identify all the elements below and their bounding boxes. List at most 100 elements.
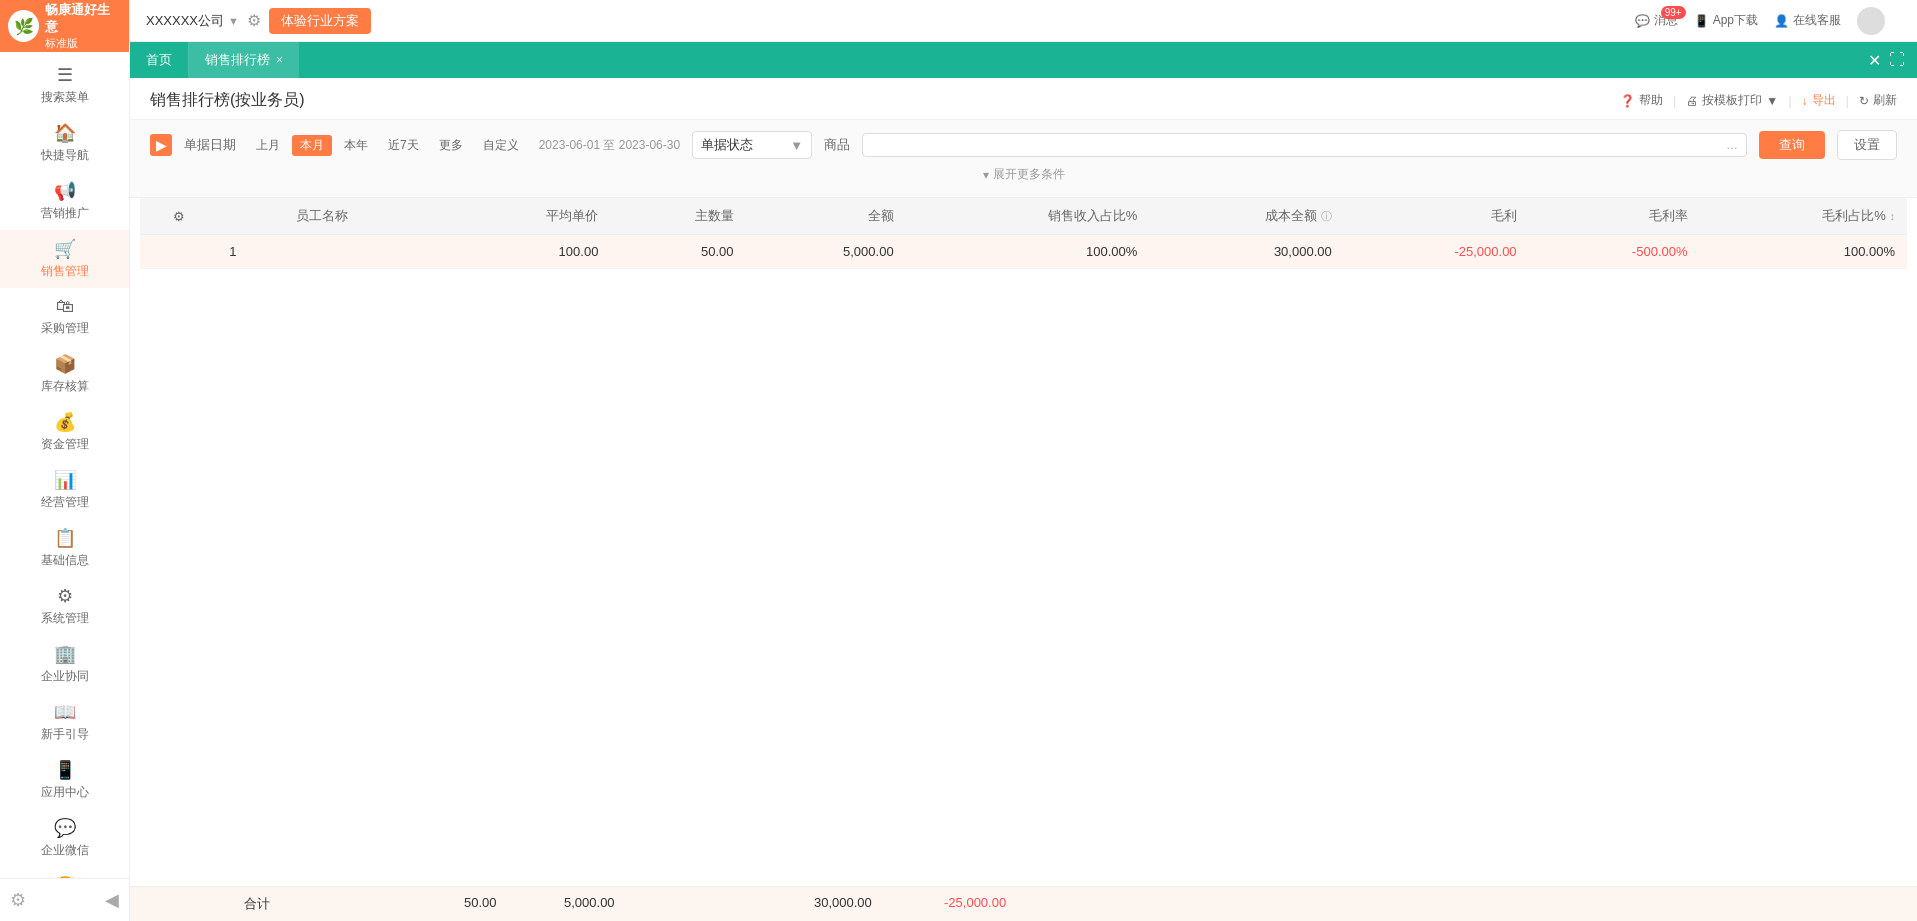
online-service-label: 在线客服 bbox=[1793, 12, 1841, 29]
sidebar-item-sys-mgmt[interactable]: ⚙系统管理 bbox=[0, 577, 129, 635]
tab-sales-ranking[interactable]: 销售排行榜 × bbox=[189, 42, 299, 78]
col-cost: 成本全额 ⓘ bbox=[1149, 198, 1343, 235]
row-profit-pct: 100.00% bbox=[1700, 235, 1907, 269]
date-tab-近7天[interactable]: 近7天 bbox=[380, 135, 427, 156]
date-tab-上月[interactable]: 上月 bbox=[248, 135, 288, 156]
sales-ranking-table: ⚙ 员工名称 平均单价 主数量 全额 销售收入占比% 成本全额 ⓘ 毛利 毛利率… bbox=[140, 198, 1907, 269]
settings-bottom-icon[interactable]: ⚙ bbox=[10, 889, 26, 911]
app-download-button[interactable]: 📱 App下载 bbox=[1694, 12, 1758, 29]
sidebar-logo: 🌿 畅康通好生意 标准版 bbox=[0, 0, 129, 52]
nav-label-quick-nav: 快捷导航 bbox=[41, 147, 89, 164]
cost-info-icon[interactable]: ⓘ bbox=[1321, 210, 1332, 222]
footer-profit: -25,000.00 bbox=[932, 895, 1052, 913]
footer-total-label: 合计 bbox=[232, 895, 352, 913]
sidebar-item-enterprise[interactable]: 🏢企业协同 bbox=[0, 635, 129, 693]
company-selector[interactable]: XXXXXX公司 ▼ bbox=[146, 12, 239, 30]
row-profit-rate: -500.00% bbox=[1529, 235, 1700, 269]
row-amount: 5,000.00 bbox=[746, 235, 906, 269]
goods-filter[interactable]: … bbox=[862, 133, 1747, 157]
col-profit-pct: 毛利占比% ↕ bbox=[1700, 198, 1907, 235]
col-name: 员工名称 bbox=[284, 198, 447, 235]
nav-label-finance: 资金管理 bbox=[41, 436, 89, 453]
sidebar-item-basic-info[interactable]: 📋 基础信息 bbox=[0, 519, 129, 577]
online-service-button[interactable]: 👤 在线客服 bbox=[1774, 12, 1841, 29]
table-settings-icon[interactable]: ⚙ bbox=[173, 209, 185, 224]
page-actions: ❓ 帮助 | 🖨 按模板打印 ▼ | ↓ 导出 | ↻ 刷新 bbox=[1620, 92, 1897, 109]
footer-label bbox=[152, 895, 232, 913]
date-tab-更多[interactable]: 更多 bbox=[431, 135, 471, 156]
col-settings[interactable]: ⚙ bbox=[140, 198, 217, 235]
nav-label-app-center: 应用中心 bbox=[41, 784, 89, 801]
help-label: 帮助 bbox=[1639, 92, 1663, 109]
company-name: XXXXXX公司 bbox=[146, 12, 224, 30]
query-button[interactable]: 查询 bbox=[1759, 131, 1825, 159]
header-settings-icon[interactable]: ⚙ bbox=[247, 11, 261, 30]
profit-pct-info-icon[interactable]: ↕ bbox=[1890, 210, 1896, 222]
print-button[interactable]: 🖨 按模板打印 ▼ bbox=[1686, 92, 1778, 109]
sidebar-item-finance[interactable]: 💰 资金管理 bbox=[0, 403, 129, 461]
date-label: 单据日期 bbox=[184, 136, 236, 154]
nav-icon-guide: 📖 bbox=[54, 701, 76, 723]
sidebar-item-quick-nav[interactable]: 🏠快捷导航 bbox=[0, 114, 129, 172]
sidebar-item-member[interactable]: 🏆畅会员 bbox=[0, 867, 129, 878]
goods-more[interactable]: … bbox=[1726, 138, 1738, 152]
filter-collapse-icon[interactable]: ▶ bbox=[150, 134, 172, 156]
tab-close-window-icon[interactable]: ✕ bbox=[1868, 51, 1881, 70]
sidebar-item-ops-mgmt[interactable]: 📊经营管理 bbox=[0, 461, 129, 519]
sidebar-item-purchase-mgmt[interactable]: 🛍采购管理 bbox=[0, 288, 129, 345]
sidebar: 🌿 畅康通好生意 标准版 ☰搜索菜单🏠快捷导航📢营销推广🛒销售管理🛍采购管理📦库… bbox=[0, 0, 130, 921]
logo-icon: 🌿 bbox=[8, 10, 39, 42]
row-cost: 30,000.00 bbox=[1149, 235, 1343, 269]
col-sales-pct: 销售收入占比% bbox=[906, 198, 1150, 235]
sidebar-item-app-center[interactable]: 📱应用中心 bbox=[0, 751, 129, 809]
col-rank bbox=[217, 198, 284, 235]
refresh-button[interactable]: ↻ 刷新 bbox=[1859, 92, 1897, 109]
page-header: 销售排行榜(按业务员) ❓ 帮助 | 🖨 按模板打印 ▼ | ↓ 导出 | bbox=[130, 78, 1917, 120]
status-arrow-icon: ▼ bbox=[790, 138, 803, 153]
expand-label: 展开更多条件 bbox=[993, 166, 1065, 183]
nav-icon-search-order: ☰ bbox=[57, 64, 73, 86]
header-right: 💬 消息 99+ 📱 App下载 👤 在线客服 bbox=[1635, 7, 1901, 35]
footer-main-qty: 50.00 bbox=[452, 895, 552, 913]
sidebar-item-sales-mgmt[interactable]: 🛒销售管理 bbox=[0, 230, 129, 288]
message-button[interactable]: 💬 消息 99+ bbox=[1635, 12, 1678, 29]
sidebar-item-guide[interactable]: 📖新手引导 bbox=[0, 693, 129, 751]
sidebar-item-marketing[interactable]: 📢营销推广 bbox=[0, 172, 129, 230]
content-area: 销售排行榜(按业务员) ❓ 帮助 | 🖨 按模板打印 ▼ | ↓ 导出 | bbox=[130, 78, 1917, 921]
sidebar-item-inventory[interactable]: 📦库存核算 bbox=[0, 345, 129, 403]
message-icon: 💬 bbox=[1635, 14, 1650, 28]
date-tab-本月[interactable]: 本月 bbox=[292, 135, 332, 156]
tab-expand-icon[interactable]: ⛶ bbox=[1889, 51, 1905, 69]
footer-sales-pct bbox=[672, 895, 802, 913]
nav-label-enterprise-wechat: 企业微信 bbox=[41, 842, 89, 859]
sidebar-item-search-order[interactable]: ☰搜索菜单 bbox=[0, 56, 129, 114]
tab-home[interactable]: 首页 bbox=[130, 42, 189, 78]
tab-close-icon[interactable]: × bbox=[276, 53, 283, 67]
date-tab-自定义[interactable]: 自定义 bbox=[475, 135, 527, 156]
logo-text: 畅康通好生意 标准版 bbox=[45, 2, 121, 50]
export-button[interactable]: ↓ 导出 bbox=[1802, 92, 1836, 109]
export-label: 导出 bbox=[1812, 92, 1836, 109]
top-header: XXXXXX公司 ▼ ⚙ 体验行业方案 💬 消息 99+ 📱 App下载 👤 在… bbox=[130, 0, 1917, 42]
date-tab-本年[interactable]: 本年 bbox=[336, 135, 376, 156]
trial-button[interactable]: 体验行业方案 bbox=[269, 8, 371, 34]
status-filter[interactable]: 单据状态 ▼ bbox=[692, 131, 812, 159]
user-avatar[interactable] bbox=[1857, 7, 1885, 35]
status-placeholder: 单据状态 bbox=[701, 136, 753, 154]
sidebar-item-enterprise-wechat[interactable]: 💬企业微信 bbox=[0, 809, 129, 867]
date-tabs: 上月本月本年近7天更多自定义 bbox=[248, 135, 527, 156]
app-icon: 📱 bbox=[1694, 14, 1709, 28]
nav-label-sys-mgmt: 系统管理 bbox=[41, 610, 89, 627]
collapse-icon[interactable]: ◀ bbox=[105, 889, 119, 911]
col-main-qty: 主数量 bbox=[610, 198, 745, 235]
nav-icon-sales-mgmt: 🛒 bbox=[54, 238, 76, 260]
nav-label-basic-info: 基础信息 bbox=[41, 552, 89, 569]
filter-row-1: ▶ 单据日期 上月本月本年近7天更多自定义 2023-06-01 至 2023-… bbox=[150, 130, 1897, 160]
print-arrow-icon: ▼ bbox=[1766, 94, 1778, 108]
filter-settings-button[interactable]: 设置 bbox=[1837, 130, 1897, 160]
nav-icon-basic-info: 📋 bbox=[54, 527, 76, 549]
nav-icon-finance: 💰 bbox=[54, 411, 76, 433]
help-button[interactable]: ❓ 帮助 bbox=[1620, 92, 1663, 109]
company-arrow-icon: ▼ bbox=[228, 15, 239, 27]
expand-more-button[interactable]: ▾ 展开更多条件 bbox=[983, 166, 1065, 183]
